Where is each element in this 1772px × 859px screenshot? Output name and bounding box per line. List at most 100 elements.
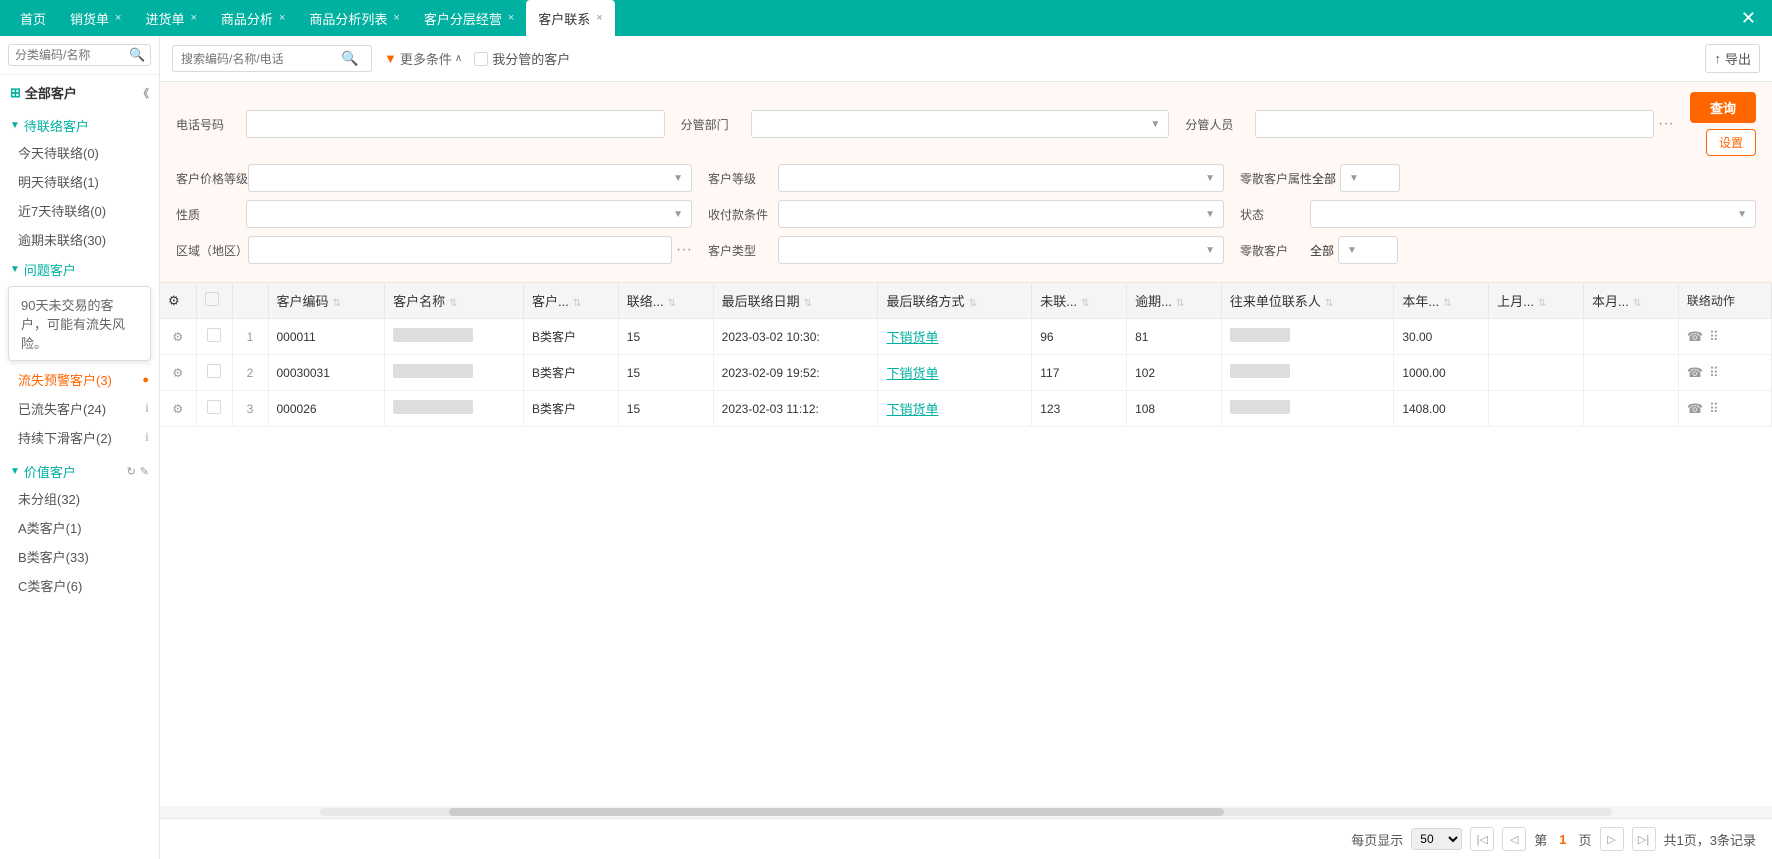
settings-button[interactable]: 设置 — [1706, 129, 1756, 156]
filter-price-grade-select[interactable]: ▼ — [248, 164, 692, 192]
sidebar-group-value[interactable]: ▼ 价值客户 ↻ ✎ — [0, 456, 159, 484]
row-action-contact-icon-1[interactable]: ☎ — [1687, 365, 1703, 381]
row-checkbox-1[interactable] — [196, 355, 232, 391]
this-month-sort-icon[interactable]: ⇅ — [1633, 298, 1641, 309]
row-checkbox-0[interactable] — [196, 319, 232, 355]
nav-analysis-list[interactable]: 商品分析列表 × — [297, 0, 411, 36]
more-filters-btn[interactable]: ▼ 更多条件 ∧ — [384, 49, 462, 68]
row-action-contact-icon-2[interactable]: ☎ — [1687, 401, 1703, 417]
filter-dept-select[interactable]: ▼ — [751, 110, 1170, 138]
value-refresh-icon[interactable]: ↻ — [127, 465, 136, 478]
nav-analysis[interactable]: 商品分析 × — [209, 0, 297, 36]
close-contact-icon[interactable]: × — [596, 12, 602, 24]
row-gear-2[interactable]: ⚙ — [160, 391, 196, 427]
row-gear-1[interactable]: ⚙ — [160, 355, 196, 391]
filter-payment-select[interactable]: ▼ — [778, 200, 1224, 228]
sidebar-item-7days[interactable]: 近7天待联络(0) — [0, 196, 159, 225]
overdue-sort-icon[interactable]: ⇅ — [1176, 298, 1184, 309]
nav-home[interactable]: 首页 — [8, 0, 58, 36]
sidebar-item-b-class[interactable]: B类客户(33) — [0, 542, 159, 571]
filter-person-select[interactable] — [1255, 110, 1654, 138]
filter-nature-select[interactable]: ▼ — [246, 200, 692, 228]
filter-customer-type-select[interactable]: ▼ — [778, 236, 1224, 264]
code-sort-icon[interactable]: ⇅ — [333, 298, 341, 309]
nav-customer-contact[interactable]: 客户联系 × — [526, 0, 614, 36]
row-action-more-icon-0[interactable]: ⠿ — [1709, 329, 1719, 345]
nav-customer-tier[interactable]: 客户分层经营 × — [412, 0, 526, 36]
sidebar-item-c-class[interactable]: C类客户(6) — [0, 571, 159, 600]
nav-purchase[interactable]: 进货单 × — [133, 0, 208, 36]
query-button[interactable]: 查询 — [1690, 92, 1756, 123]
row-checkbox-2[interactable] — [196, 391, 232, 427]
row-action-contact-icon-0[interactable]: ☎ — [1687, 329, 1703, 345]
filter-region-dots[interactable]: ··· — [676, 242, 692, 258]
filter-person-dots[interactable]: ··· — [1658, 116, 1674, 132]
sidebar-search-icon[interactable]: 🔍 — [129, 47, 145, 63]
settings-col-icon[interactable]: ⚙ — [168, 293, 180, 308]
uncontacted-sort-icon[interactable]: ⇅ — [1081, 298, 1089, 309]
row-action-more-icon-1[interactable]: ⠿ — [1709, 365, 1719, 381]
filter-customer-grade-select[interactable]: ▼ — [778, 164, 1224, 192]
row-gear-0[interactable]: ⚙ — [160, 319, 196, 355]
close-tier-icon[interactable]: × — [508, 12, 514, 24]
close-sales-icon[interactable]: × — [115, 12, 121, 24]
sidebar-item-churned[interactable]: 已流失客户(24) ℹ — [0, 394, 159, 423]
my-customers-checkbox-area[interactable]: 我分管的客户 — [474, 49, 570, 68]
row-this-year-2: 1408.00 — [1394, 391, 1489, 427]
export-button[interactable]: ↑ 导出 — [1705, 44, 1760, 73]
close-analysis-icon[interactable]: × — [279, 12, 285, 24]
row-last-method-0[interactable]: 下销货单 — [878, 319, 1032, 355]
select-all-checkbox[interactable] — [205, 292, 219, 306]
filter-search-icon[interactable]: 🔍 — [341, 50, 358, 67]
last-date-sort-icon[interactable]: ⇅ — [804, 298, 812, 309]
filter-status-select[interactable]: ▼ — [1310, 200, 1756, 228]
filter-scattered-attr-select[interactable]: ▼ — [1340, 164, 1400, 192]
sidebar-item-a-class[interactable]: A类客户(1) — [0, 513, 159, 542]
value-edit-icon[interactable]: ✎ — [140, 465, 149, 478]
scrollbar-thumb[interactable] — [449, 808, 1224, 816]
filter-search-input[interactable] — [181, 52, 341, 66]
last-month-sort-icon[interactable]: ⇅ — [1538, 298, 1546, 309]
nav-sales[interactable]: 销货单 × — [58, 0, 133, 36]
close-purchase-icon[interactable]: × — [190, 12, 196, 24]
my-customers-checkbox[interactable] — [474, 52, 488, 66]
window-close-icon[interactable]: ✕ — [1733, 8, 1764, 29]
sidebar-all-customers[interactable]: ⊞ 全部客户 《 — [0, 75, 159, 110]
filter-customer-type-label: 客户类型 — [708, 242, 778, 259]
horizontal-scrollbar[interactable] — [160, 806, 1772, 818]
contact-count-sort-icon[interactable]: ⇅ — [668, 298, 676, 309]
sidebar-item-today[interactable]: 今天待联络(0) — [0, 138, 159, 167]
sidebar-item-ungrouped[interactable]: 未分组(32) — [0, 484, 159, 513]
contact-person-sort-icon[interactable]: ⇅ — [1325, 298, 1333, 309]
sidebar-item-declining[interactable]: 持续下滑客户(2) ℹ — [0, 423, 159, 452]
page-size-select[interactable]: 50 100 200 — [1411, 828, 1462, 850]
row-last-method-1[interactable]: 下销货单 — [878, 355, 1032, 391]
sidebar-item-churn-warning[interactable]: 流失预警客户(3) ● — [0, 365, 159, 394]
sidebar-item-overdue[interactable]: 逾期未联络(30) — [0, 225, 159, 254]
problem-arrow-icon: ▼ — [10, 264, 20, 275]
filter-scattered-select[interactable]: ▼ — [1338, 236, 1398, 264]
dept-select-arrow-icon: ▼ — [1150, 119, 1160, 130]
type-sort-icon[interactable]: ⇅ — [573, 298, 581, 309]
row-action-more-icon-2[interactable]: ⠿ — [1709, 401, 1719, 417]
first-page-btn[interactable]: |◁ — [1470, 827, 1494, 851]
row-last-month-1 — [1489, 355, 1584, 391]
name-sort-icon[interactable]: ⇅ — [449, 298, 457, 309]
this-year-sort-icon[interactable]: ⇅ — [1443, 298, 1451, 309]
filter-funnel-icon: ▼ — [384, 51, 397, 66]
row-last-method-2[interactable]: 下销货单 — [878, 391, 1032, 427]
filter-region-select[interactable] — [248, 236, 672, 264]
row-last-month-0 — [1489, 319, 1584, 355]
last-method-sort-icon[interactable]: ⇅ — [968, 298, 976, 309]
sidebar-group-pending[interactable]: ▼ 待联络客户 — [0, 110, 159, 138]
filter-phone-input[interactable] — [246, 110, 665, 138]
row-overdue-2: 108 — [1127, 391, 1222, 427]
sidebar-group-problem[interactable]: ▼ 问题客户 — [0, 254, 159, 282]
sidebar-collapse-icon[interactable]: 《 — [138, 85, 149, 101]
filter-customer-grade-field: 客户等级 ▼ — [708, 164, 1224, 192]
prev-page-btn[interactable]: ◁ — [1502, 827, 1526, 851]
next-page-btn[interactable]: ▷ — [1600, 827, 1624, 851]
sidebar-item-tomorrow[interactable]: 明天待联络(1) — [0, 167, 159, 196]
last-page-btn[interactable]: ▷| — [1632, 827, 1656, 851]
close-analysis-list-icon[interactable]: × — [393, 12, 399, 24]
